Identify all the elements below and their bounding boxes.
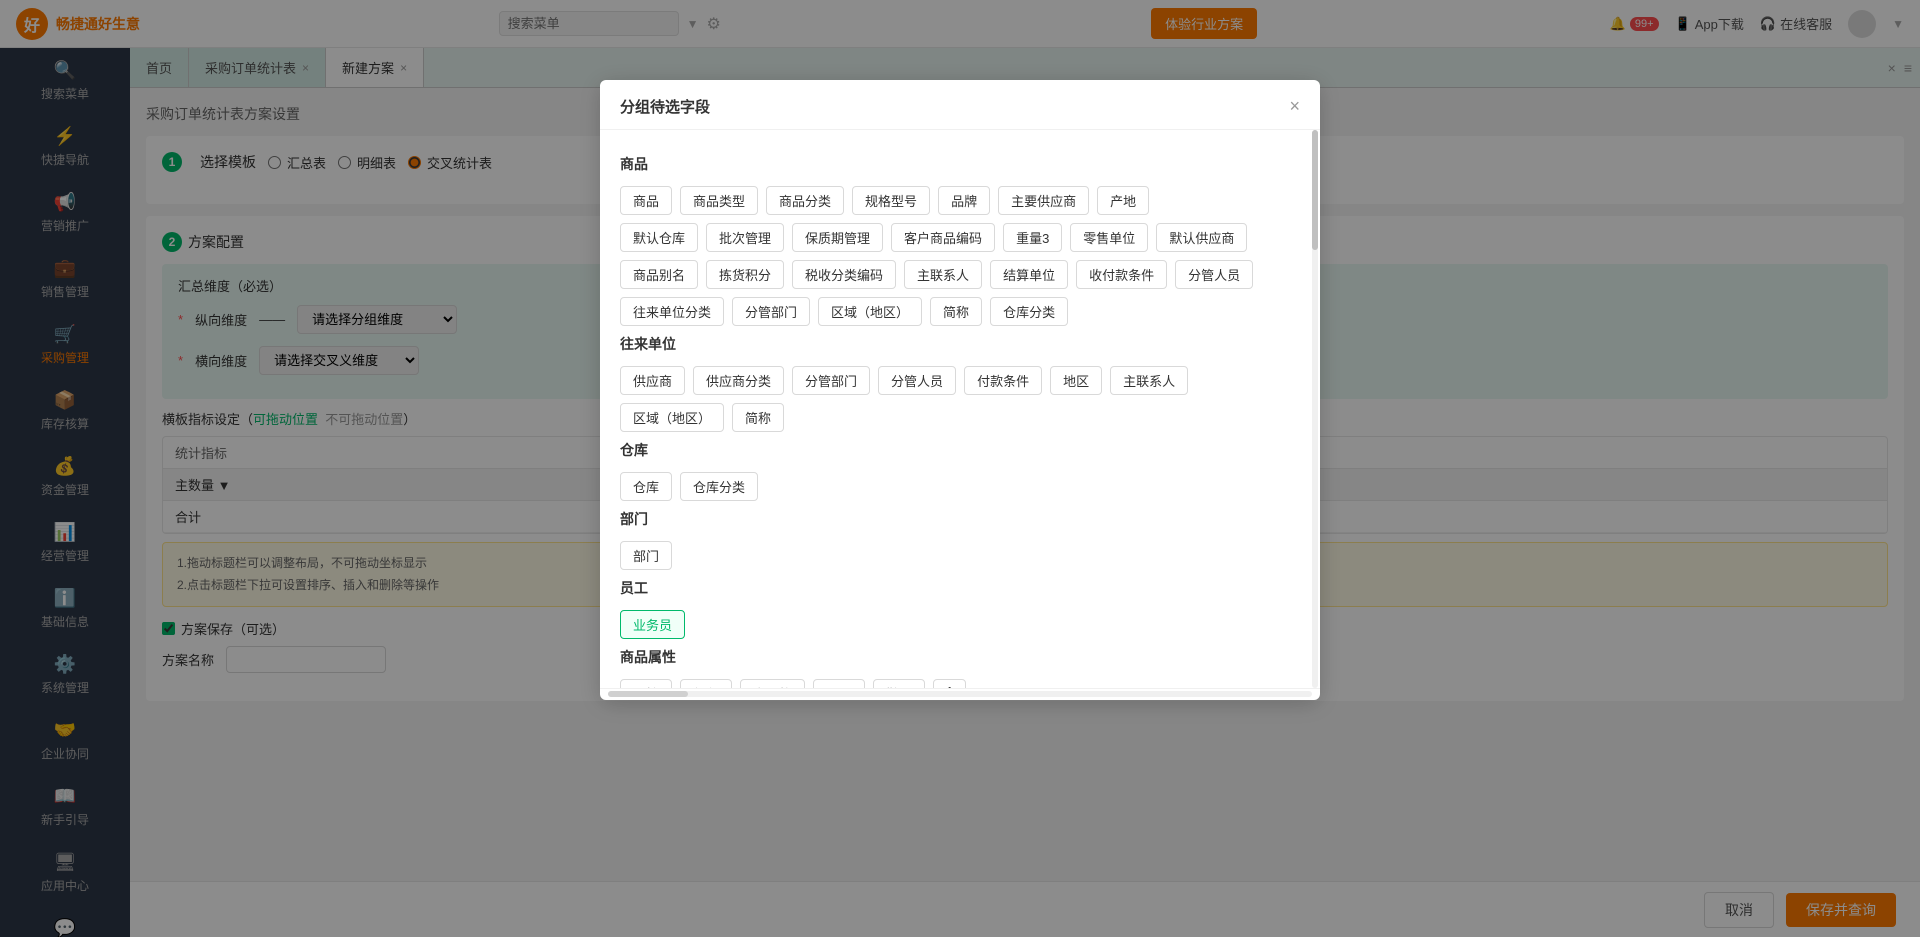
field-tag[interactable]: 简称 xyxy=(930,297,982,326)
field-tag[interactable]: 鞋码 xyxy=(873,679,925,688)
modal-close-btn[interactable]: × xyxy=(1289,96,1300,117)
hscrollbar-track xyxy=(608,691,1312,697)
field-tag[interactable]: 品牌 xyxy=(938,186,990,215)
modal-title: 分组待选字段 xyxy=(620,96,710,117)
modal-header: 分组待选字段 × xyxy=(600,80,1320,130)
field-tag[interactable]: 仓库 xyxy=(620,472,672,501)
field-grid-warehouse: 仓库 仓库分类 xyxy=(620,472,1300,501)
field-grid-product: 商品 商品类型 商品分类 规格型号 品牌 主要供应商 产地 xyxy=(620,186,1300,215)
field-tag[interactable]: 收付款条件 xyxy=(1076,260,1167,289)
section-title-product: 商品 xyxy=(620,154,1300,174)
field-tag[interactable]: 尺码 xyxy=(813,679,865,688)
field-tag[interactable]: 产地 xyxy=(1097,186,1149,215)
section-title-counterpart: 往来单位 xyxy=(620,334,1300,354)
field-grid-product-attr: 属性 颜色 多规格 尺码 鞋码 1 xyxy=(620,679,1300,688)
field-tag[interactable]: 分管部门 xyxy=(792,366,870,395)
modal-scrollbar-track[interactable] xyxy=(1312,130,1318,688)
field-tag-bizperson[interactable]: 业务员 xyxy=(620,610,685,639)
field-tag[interactable]: 商品分类 xyxy=(766,186,844,215)
field-grid-dept: 部门 xyxy=(620,541,1300,570)
section-title-warehouse: 仓库 xyxy=(620,440,1300,460)
field-tag[interactable]: 商品类型 xyxy=(680,186,758,215)
field-tag[interactable]: 商品 xyxy=(620,186,672,215)
field-tag[interactable]: 简称 xyxy=(732,403,784,432)
field-tag[interactable]: 供应商 xyxy=(620,366,685,395)
field-tag[interactable]: 1 xyxy=(933,679,966,688)
section-title-staff: 员工 xyxy=(620,578,1300,598)
field-tag[interactable]: 分管人员 xyxy=(878,366,956,395)
field-tag[interactable]: 颜色 xyxy=(680,679,732,688)
field-grid-staff: 业务员 xyxy=(620,610,1300,639)
field-tag[interactable]: 供应商分类 xyxy=(693,366,784,395)
section-title-dept: 部门 xyxy=(620,509,1300,529)
field-tag[interactable]: 仓库分类 xyxy=(680,472,758,501)
modal-hscrollbar xyxy=(600,688,1320,700)
field-tag[interactable]: 零售单位 xyxy=(1070,223,1148,252)
field-tag[interactable]: 多规格 xyxy=(740,679,805,688)
field-tag[interactable]: 区域（地区） xyxy=(818,297,922,326)
modal-body[interactable]: 商品 商品 商品类型 商品分类 规格型号 品牌 主要供应商 产地 默认仓库 批次… xyxy=(600,130,1320,688)
field-tag[interactable]: 批次管理 xyxy=(706,223,784,252)
field-grid-product-3: 商品别名 拣货积分 税收分类编码 主联系人 结算单位 收付款条件 分管人员 xyxy=(620,260,1300,289)
field-tag[interactable]: 区域（地区） xyxy=(620,403,724,432)
field-tag[interactable]: 属性 xyxy=(620,679,672,688)
field-tag[interactable]: 重量3 xyxy=(1003,223,1062,252)
section-title-product-attr: 商品属性 xyxy=(620,647,1300,667)
field-tag[interactable]: 付款条件 xyxy=(964,366,1042,395)
field-tag[interactable]: 默认供应商 xyxy=(1156,223,1247,252)
field-tag[interactable]: 部门 xyxy=(620,541,672,570)
modal-scrollbar-thumb[interactable] xyxy=(1312,130,1318,250)
field-tag[interactable]: 主联系人 xyxy=(904,260,982,289)
field-tag[interactable]: 分管部门 xyxy=(732,297,810,326)
field-tag[interactable]: 分管人员 xyxy=(1175,260,1253,289)
modal-dialog: 分组待选字段 × 商品 商品 商品类型 商品分类 规格型号 品牌 主要供应商 产… xyxy=(600,80,1320,700)
field-tag[interactable]: 商品别名 xyxy=(620,260,698,289)
hscrollbar-thumb[interactable] xyxy=(608,691,688,697)
field-tag[interactable]: 往来单位分类 xyxy=(620,297,724,326)
field-grid-product-2: 默认仓库 批次管理 保质期管理 客户商品编码 重量3 零售单位 默认供应商 xyxy=(620,223,1300,252)
field-tag[interactable]: 主要供应商 xyxy=(998,186,1089,215)
field-grid-product-4: 往来单位分类 分管部门 区域（地区） 简称 仓库分类 xyxy=(620,297,1300,326)
field-tag[interactable]: 规格型号 xyxy=(852,186,930,215)
field-tag[interactable]: 默认仓库 xyxy=(620,223,698,252)
field-tag[interactable]: 客户商品编码 xyxy=(891,223,995,252)
field-tag[interactable]: 主联系人 xyxy=(1110,366,1188,395)
field-tag[interactable]: 拣货积分 xyxy=(706,260,784,289)
field-grid-counterpart: 供应商 供应商分类 分管部门 分管人员 付款条件 地区 主联系人 xyxy=(620,366,1300,395)
field-grid-counterpart-2: 区域（地区） 简称 xyxy=(620,403,1300,432)
field-tag[interactable]: 保质期管理 xyxy=(792,223,883,252)
field-tag[interactable]: 仓库分类 xyxy=(990,297,1068,326)
field-tag[interactable]: 结算单位 xyxy=(990,260,1068,289)
field-tag[interactable]: 税收分类编码 xyxy=(792,260,896,289)
field-tag[interactable]: 地区 xyxy=(1050,366,1102,395)
